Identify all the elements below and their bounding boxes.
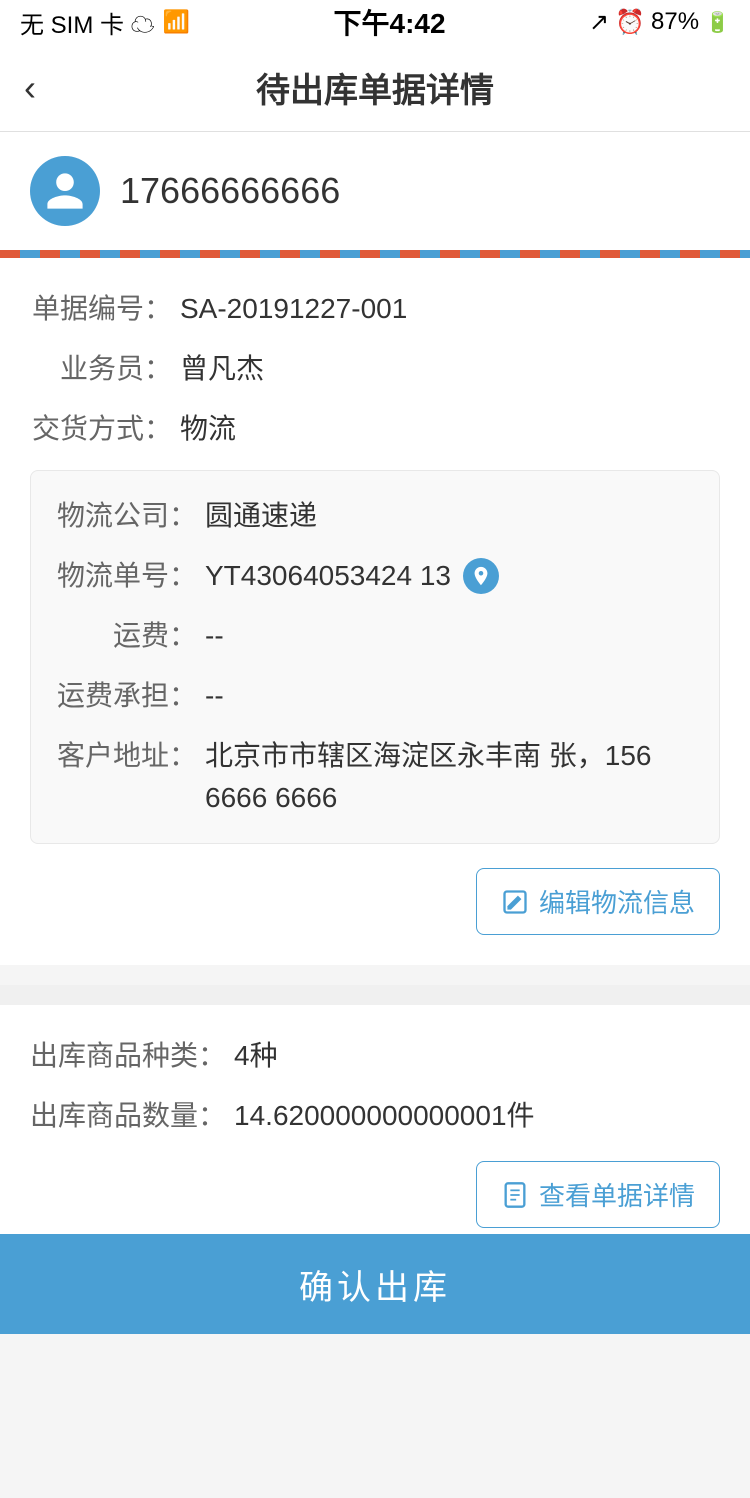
freight-bearer-row: 运费承担： --: [55, 675, 695, 717]
address-label: 客户地址：: [55, 735, 205, 777]
battery-level: 87%: [651, 8, 699, 36]
nav-bar: ‹ 待出库单据详情: [0, 44, 750, 132]
confirm-outbound-bar[interactable]: 确认出库: [0, 1234, 750, 1334]
logistics-company-value: 圆通速递: [205, 495, 695, 537]
logistics-company-label: 物流公司：: [55, 495, 205, 537]
tracking-location-button[interactable]: [463, 558, 499, 594]
status-left: 无 SIM 卡 ☁ 📶: [20, 5, 190, 40]
customer-header: 17666666666: [0, 132, 750, 250]
back-button[interactable]: ‹: [24, 67, 36, 109]
outbound-quantity-label: 出库商品数量：: [30, 1095, 234, 1137]
freight-label: 运费：: [55, 615, 205, 657]
address-row: 客户地址： 北京市市辖区海淀区永丰南 张，156 6666 6666: [55, 735, 695, 819]
delivery-method-value: 物流: [180, 408, 720, 450]
status-right: ↗ ⏰ 87% 🔋: [589, 8, 730, 37]
address-value: 北京市市辖区海淀区永丰南 张，156 6666 6666: [205, 735, 695, 819]
freight-value: --: [205, 615, 695, 657]
page-title: 待出库单据详情: [256, 63, 494, 112]
outbound-category-row: 出库商品种类： 4种: [30, 1035, 720, 1077]
view-detail-button[interactable]: 查看单据详情: [476, 1161, 720, 1228]
view-detail-label: 查看单据详情: [539, 1176, 695, 1213]
document-no-value: SA-20191227-001: [180, 288, 720, 330]
outbound-category-value: 4种: [234, 1035, 720, 1077]
user-icon: [43, 169, 87, 213]
avatar: [30, 156, 100, 226]
edit-icon: [501, 888, 529, 916]
salesperson-label: 业务员：: [30, 348, 180, 390]
salesperson-value: 曾凡杰: [180, 348, 720, 390]
tracking-no-label: 物流单号：: [55, 555, 205, 597]
sim-status: 无 SIM 卡 ☁: [20, 5, 155, 40]
basic-info-section: 单据编号： SA-20191227-001 业务员： 曾凡杰 交货方式： 物流 …: [0, 258, 750, 965]
document-no-row: 单据编号： SA-20191227-001: [30, 288, 720, 330]
status-bar: 无 SIM 卡 ☁ 📶 下午4:42 ↗ ⏰ 87% 🔋: [0, 0, 750, 44]
delivery-method-row: 交货方式： 物流: [30, 408, 720, 450]
outbound-category-label: 出库商品种类：: [30, 1035, 234, 1077]
outbound-info-section: 出库商品种类： 4种 出库商品数量： 14.620000000000001件 查…: [0, 1005, 750, 1258]
freight-row: 运费： --: [55, 615, 695, 657]
delivery-method-label: 交货方式：: [30, 408, 180, 450]
freight-bearer-value: --: [205, 675, 695, 717]
edit-logistics-label: 编辑物流信息: [539, 883, 695, 920]
tracking-no-value: YT43064053424 13: [205, 555, 695, 597]
customer-phone: 17666666666: [120, 170, 340, 212]
status-time: 下午4:42: [334, 2, 446, 42]
salesperson-row: 业务员： 曾凡杰: [30, 348, 720, 390]
edit-logistics-button[interactable]: 编辑物流信息: [476, 868, 720, 935]
logistics-card: 物流公司： 圆通速递 物流单号： YT43064053424 13 运费： --…: [30, 470, 720, 844]
logistics-company-row: 物流公司： 圆通速递: [55, 495, 695, 537]
location-status-icon: ↗: [589, 8, 609, 37]
section-divider: [0, 985, 750, 1005]
tracking-no-row: 物流单号： YT43064053424 13: [55, 555, 695, 597]
outbound-quantity-value: 14.620000000000001件: [234, 1095, 720, 1137]
view-detail-btn-container: 查看单据详情: [30, 1161, 720, 1228]
battery-icon: 🔋: [705, 10, 730, 35]
alarm-icon: ⏰: [615, 8, 645, 37]
confirm-outbound-label: 确认出库: [299, 1260, 451, 1309]
dashed-divider: [0, 250, 750, 258]
freight-bearer-label: 运费承担：: [55, 675, 205, 717]
document-detail-icon: [501, 1181, 529, 1209]
document-no-label: 单据编号：: [30, 288, 180, 330]
map-pin-icon: [470, 565, 492, 587]
wifi-icon: 📶: [163, 9, 190, 35]
edit-logistics-btn-container: 编辑物流信息: [30, 868, 720, 935]
outbound-quantity-row: 出库商品数量： 14.620000000000001件: [30, 1095, 720, 1137]
tracking-no-text: YT43064053424 13: [205, 555, 451, 597]
